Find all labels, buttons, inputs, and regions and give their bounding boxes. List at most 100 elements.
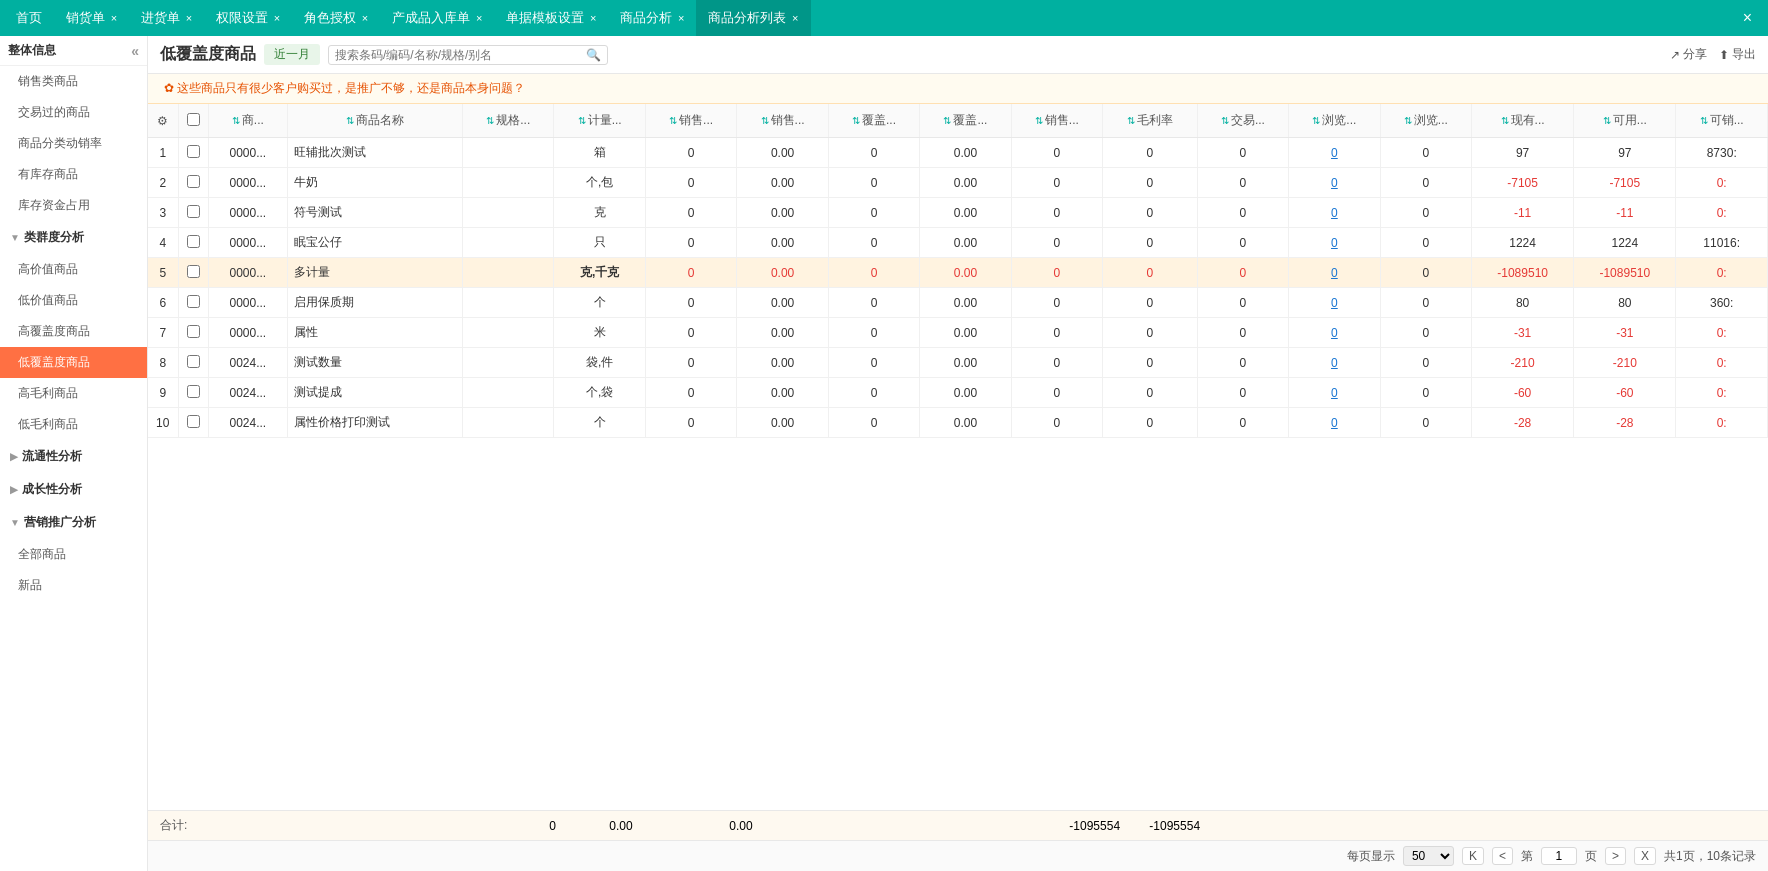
sidebar-item-traded-goods[interactable]: 交易过的商品 [0, 97, 147, 128]
table-cell[interactable] [178, 198, 208, 228]
row-checkbox[interactable] [187, 235, 200, 248]
table-cell[interactable] [178, 348, 208, 378]
table-cell[interactable] [178, 318, 208, 348]
sidebar-item-low-margin[interactable]: 低毛利商品 [0, 409, 147, 440]
page-size-select[interactable]: 10 20 50 100 [1403, 846, 1454, 866]
sidebar-item-sales-goods[interactable]: 销售类商品 [0, 66, 147, 97]
col-sales3[interactable]: ⇅销售... [1011, 104, 1102, 138]
table-cell: 0 [1011, 318, 1102, 348]
table-cell[interactable] [178, 288, 208, 318]
nav-template[interactable]: 单据模板设置 × [494, 0, 608, 36]
window-close-button[interactable]: × [1731, 0, 1764, 36]
sidebar-item-high-coverage[interactable]: 高覆盖度商品 [0, 316, 147, 347]
col-settings[interactable]: ⚙ [148, 104, 178, 138]
table-footer: 合计: 0 0.00 0.00 -1095554 -1095554 [148, 810, 1768, 840]
col-gross-rate[interactable]: ⇅毛利率 [1103, 104, 1198, 138]
table-cell [463, 288, 554, 318]
nav-inventory-close[interactable]: × [476, 12, 482, 24]
nav-home[interactable]: 首页 [4, 0, 54, 36]
nav-analysis[interactable]: 商品分析 × [608, 0, 696, 36]
share-button[interactable]: ↗ 分享 [1670, 46, 1707, 63]
row-checkbox[interactable] [187, 265, 200, 278]
sidebar-item-high-value[interactable]: 高价值商品 [0, 254, 147, 285]
next-page-button[interactable]: > [1605, 847, 1626, 865]
table-cell: -210 [1472, 348, 1574, 378]
nav-inventory[interactable]: 产成品入库单 × [380, 0, 494, 36]
col-browse1[interactable]: ⇅浏览... [1289, 104, 1380, 138]
table-cell[interactable] [178, 378, 208, 408]
nav-permissions[interactable]: 权限设置 × [204, 0, 292, 36]
select-all-checkbox[interactable] [187, 113, 200, 126]
col-sales-qty[interactable]: ⇅销售... [645, 104, 736, 138]
search-input[interactable] [335, 48, 582, 62]
nav-analysis-list-close[interactable]: × [792, 12, 798, 24]
page-number-input[interactable] [1541, 847, 1577, 865]
row-checkbox[interactable] [187, 355, 200, 368]
nav-permissions-close[interactable]: × [274, 12, 280, 24]
col-trade[interactable]: ⇅交易... [1197, 104, 1288, 138]
nav-purchase-close[interactable]: × [186, 12, 192, 24]
row-checkbox[interactable] [187, 325, 200, 338]
col-name[interactable]: ⇅商品名称 [288, 104, 463, 138]
nav-roles[interactable]: 角色授权 × [292, 0, 380, 36]
table-container[interactable]: ⚙ ⇅商... ⇅商品名称 ⇅规格... ⇅计量... ⇅销售... ⇅销售..… [148, 104, 1768, 810]
row-checkbox[interactable] [187, 385, 200, 398]
time-filter-button[interactable]: 近一月 [264, 44, 320, 65]
sidebar-item-stocked-goods[interactable]: 有库存商品 [0, 159, 147, 190]
table-cell[interactable] [178, 138, 208, 168]
sidebar-item-high-margin[interactable]: 高毛利商品 [0, 378, 147, 409]
sidebar-item-capital[interactable]: 库存资金占用 [0, 190, 147, 221]
row-checkbox[interactable] [187, 205, 200, 218]
nav-template-close[interactable]: × [590, 12, 596, 24]
table-cell[interactable] [178, 408, 208, 438]
col-current-stock[interactable]: ⇅现有... [1472, 104, 1574, 138]
nav-analysis-close[interactable]: × [678, 12, 684, 24]
export-button[interactable]: ⬆ 导出 [1719, 46, 1756, 63]
footer-cover2: 0.00 [729, 819, 789, 833]
sidebar-item-new-goods[interactable]: 新品 [0, 570, 147, 601]
col-sales-amount[interactable]: ⇅销售... [737, 104, 828, 138]
col-saleable[interactable]: ⇅可销... [1676, 104, 1768, 138]
first-page-button[interactable]: K [1462, 847, 1484, 865]
col-cover2[interactable]: ⇅覆盖... [920, 104, 1011, 138]
table-cell: 0 [1103, 288, 1198, 318]
nav-roles-close[interactable]: × [362, 12, 368, 24]
col-code[interactable]: ⇅商... [208, 104, 288, 138]
last-page-button[interactable]: X [1634, 847, 1656, 865]
table-cell [463, 138, 554, 168]
sidebar-item-all-goods[interactable]: 全部商品 [0, 539, 147, 570]
row-checkbox[interactable] [187, 295, 200, 308]
table-cell[interactable] [178, 258, 208, 288]
prev-page-button[interactable]: < [1492, 847, 1513, 865]
nav-sales[interactable]: 销货单 × [54, 0, 129, 36]
table-cell: 0 [1289, 198, 1380, 228]
nav-sales-close[interactable]: × [111, 12, 117, 24]
row-checkbox[interactable] [187, 415, 200, 428]
search-icon[interactable]: 🔍 [586, 48, 601, 62]
col-checkbox[interactable] [178, 104, 208, 138]
table-cell[interactable] [178, 168, 208, 198]
sidebar-section-flow-analysis[interactable]: ▶ 流通性分析 [0, 440, 147, 473]
sidebar-section-marketing-analysis[interactable]: ▼ 营销推广分析 [0, 506, 147, 539]
col-cover1[interactable]: ⇅覆盖... [828, 104, 919, 138]
sidebar-item-low-value[interactable]: 低价值商品 [0, 285, 147, 316]
table-cell: 0 [1011, 258, 1102, 288]
section-label-growth: 成长性分析 [22, 481, 82, 498]
row-checkbox[interactable] [187, 145, 200, 158]
sidebar-item-category-rate[interactable]: 商品分类动销率 [0, 128, 147, 159]
col-spec[interactable]: ⇅规格... [463, 104, 554, 138]
table-cell[interactable] [178, 228, 208, 258]
nav-purchase[interactable]: 进货单 × [129, 0, 204, 36]
table-cell: 0 [1197, 288, 1288, 318]
table-cell: 1224 [1472, 228, 1574, 258]
col-available[interactable]: ⇅可用... [1574, 104, 1676, 138]
row-checkbox[interactable] [187, 175, 200, 188]
sidebar-section-group-analysis[interactable]: ▼ 类群度分析 [0, 221, 147, 254]
col-unit[interactable]: ⇅计量... [554, 104, 645, 138]
section-label-flow: 流通性分析 [22, 448, 82, 465]
sidebar-item-low-coverage[interactable]: 低覆盖度商品 [0, 347, 147, 378]
sidebar-section-growth-analysis[interactable]: ▶ 成长性分析 [0, 473, 147, 506]
col-browse2[interactable]: ⇅浏览... [1380, 104, 1471, 138]
nav-analysis-list[interactable]: 商品分析列表 × [696, 0, 810, 36]
sidebar-collapse-button[interactable]: « [131, 43, 139, 59]
